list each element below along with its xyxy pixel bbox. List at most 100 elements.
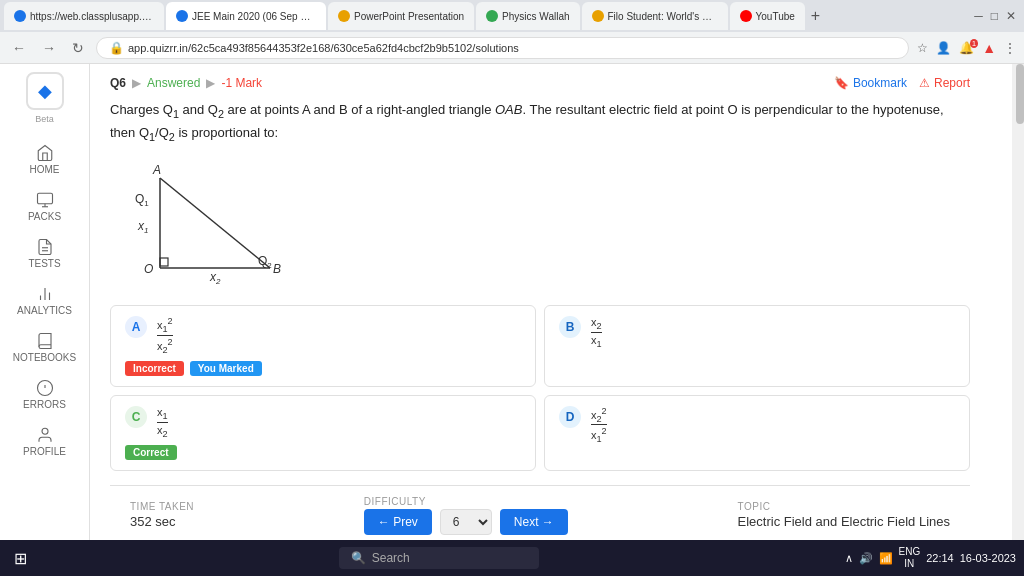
prev-button[interactable]: ← Prev: [364, 509, 432, 535]
forward-button[interactable]: →: [38, 38, 60, 58]
profile-icon-svg: [36, 426, 54, 444]
tab-3[interactable]: PowerPoint Presentation: [328, 2, 474, 30]
tests-icon: [36, 238, 54, 256]
option-d-letter: D: [559, 406, 581, 428]
svg-rect-0: [37, 193, 52, 204]
report-icon: ⚠: [919, 76, 930, 90]
errors-label: ERRORS: [23, 399, 66, 410]
next-button[interactable]: Next →: [500, 509, 568, 535]
option-b-content: x2 x1: [591, 316, 602, 349]
search-text: Search: [372, 551, 410, 565]
sidebar-item-profile[interactable]: PROFILE: [0, 418, 89, 465]
meta-separator-2: ▶: [206, 76, 215, 90]
scrollbar-track: [1016, 64, 1024, 540]
tab-1-icon: [14, 10, 26, 22]
sidebar-item-errors[interactable]: ERRORS: [0, 371, 89, 418]
bookmark-button[interactable]: 🔖 Bookmark: [834, 76, 907, 90]
question-text: Charges Q1 and Q2 are at points A and B …: [110, 100, 970, 146]
incorrect-badge: Incorrect: [125, 361, 184, 376]
tab-6-icon: [740, 10, 752, 22]
sidebar-beta-label: Beta: [35, 114, 54, 124]
option-a-content: x12 x22: [157, 316, 173, 355]
taskbar-up-arrow[interactable]: ∧: [845, 552, 853, 565]
home-icon: [36, 144, 54, 162]
analytics-icon: [36, 285, 54, 303]
scrollbar-thumb[interactable]: [1016, 64, 1024, 124]
triangle-diagram: O A B Q1 Q2 x1 x2: [130, 158, 970, 291]
sidebar-item-analytics[interactable]: ANALYTICS: [0, 277, 89, 324]
taskbar-time: 22:14: [926, 552, 954, 564]
option-a[interactable]: A x12 x22 Incorrect You Marked: [110, 305, 536, 387]
option-d[interactable]: D x22 x12: [544, 395, 970, 471]
sidebar-item-notebooks[interactable]: NOTEBOOKS: [0, 324, 89, 371]
question-header: Q6 ▶ Answered ▶ -1 Mark 🔖 Bookmark ⚠ Rep…: [110, 76, 970, 90]
topic-section: TOPIC Electric Field and Electric Field …: [738, 501, 950, 529]
taskbar-wifi-icon[interactable]: 📶: [879, 552, 893, 565]
tests-label: TESTS: [28, 258, 60, 269]
tab-5-icon: [592, 10, 604, 22]
menu-button[interactable]: ⋮: [1004, 41, 1016, 55]
tab-6[interactable]: YouTube: [730, 2, 805, 30]
tab-5-label: Filo Student: World's Only Live ...: [608, 11, 718, 22]
notification-icon[interactable]: 🔔1: [959, 41, 974, 55]
packs-label: PACKS: [28, 211, 61, 222]
tab-2[interactable]: JEE Main 2020 (06 Sep Shift ...: [166, 2, 326, 30]
tab-5[interactable]: Filo Student: World's Only Live ...: [582, 2, 728, 30]
you-marked-badge: You Marked: [190, 361, 262, 376]
taskbar-speaker-icon[interactable]: 🔊: [859, 552, 873, 565]
report-button[interactable]: ⚠ Report: [919, 76, 970, 90]
time-taken-label: TIME TAKEN: [130, 501, 194, 512]
sidebar-item-tests[interactable]: TESTS: [0, 230, 89, 277]
refresh-button[interactable]: ↻: [68, 38, 88, 58]
tab-2-icon: [176, 10, 188, 22]
bookmark-star[interactable]: ☆: [917, 41, 928, 55]
question-meta: Q6 ▶ Answered ▶ -1 Mark: [110, 76, 262, 90]
bottom-bar: TIME TAKEN 352 sec DIFFICULTY ← Prev 6 1…: [110, 485, 970, 540]
report-label: Report: [934, 76, 970, 90]
sidebar: ◆ Beta HOME PACKS TESTS ANALYTICS NOTEBO…: [0, 64, 90, 540]
back-button[interactable]: ←: [8, 38, 30, 58]
difficulty-section: DIFFICULTY ← Prev 6 12345 78910 Next →: [364, 496, 568, 535]
url-input[interactable]: 🔒 app.quizrr.in/62c5ca493f85644353f2e168…: [96, 37, 909, 59]
option-b[interactable]: B x2 x1: [544, 305, 970, 387]
sidebar-item-home[interactable]: HOME: [0, 136, 89, 183]
option-c[interactable]: C x1 x2 Correct: [110, 395, 536, 471]
bookmark-icon: 🔖: [834, 76, 849, 90]
taskbar-date: 16-03-2023: [960, 552, 1016, 564]
profile-icon[interactable]: 👤: [936, 41, 951, 55]
close-button[interactable]: ✕: [1006, 9, 1016, 23]
svg-text:x2: x2: [209, 270, 221, 286]
new-tab-button[interactable]: +: [811, 7, 820, 25]
topic-label: TOPIC: [738, 501, 950, 512]
svg-point-11: [42, 428, 48, 434]
question-actions: 🔖 Bookmark ⚠ Report: [834, 76, 970, 90]
option-c-letter: C: [125, 406, 147, 428]
maximize-button[interactable]: □: [991, 9, 998, 23]
minimize-button[interactable]: ─: [974, 9, 983, 23]
app-container: ◆ Beta HOME PACKS TESTS ANALYTICS NOTEBO…: [0, 64, 1024, 540]
tab-3-label: PowerPoint Presentation: [354, 11, 464, 22]
taskbar-search-bar[interactable]: 🔍 Search: [339, 547, 539, 569]
difficulty-select[interactable]: 6 12345 78910: [440, 509, 492, 535]
notebooks-label: NOTEBOOKS: [13, 352, 76, 363]
taskbar-left: ⊞: [8, 547, 33, 570]
triangle-svg: O A B Q1 Q2 x1 x2: [130, 158, 300, 288]
sidebar-item-packs[interactable]: PACKS: [0, 183, 89, 230]
tab-1[interactable]: https://web.classplusapp.com/h...: [4, 2, 164, 30]
taskbar-lang: ENG IN: [899, 546, 921, 570]
notebooks-icon: [36, 332, 54, 350]
svg-rect-15: [160, 258, 168, 266]
errors-icon: [36, 379, 54, 397]
profile-label: PROFILE: [23, 446, 66, 457]
svg-text:B: B: [273, 262, 281, 276]
scrollbar[interactable]: [1012, 64, 1024, 540]
analytics-label: ANALYTICS: [17, 305, 72, 316]
question-number: Q6: [110, 76, 126, 90]
windows-start-button[interactable]: ⊞: [8, 547, 33, 570]
difficulty-row: ← Prev 6 12345 78910 Next →: [364, 509, 568, 535]
bookmark-label: Bookmark: [853, 76, 907, 90]
address-bar: ← → ↻ 🔒 app.quizrr.in/62c5ca493f85644353…: [0, 32, 1024, 64]
tab-4[interactable]: Physics Wallah: [476, 2, 579, 30]
tab-4-icon: [486, 10, 498, 22]
taskbar: ⊞ 🔍 Search ∧ 🔊 📶 ENG IN 22:14 16-03-2023: [0, 540, 1024, 576]
